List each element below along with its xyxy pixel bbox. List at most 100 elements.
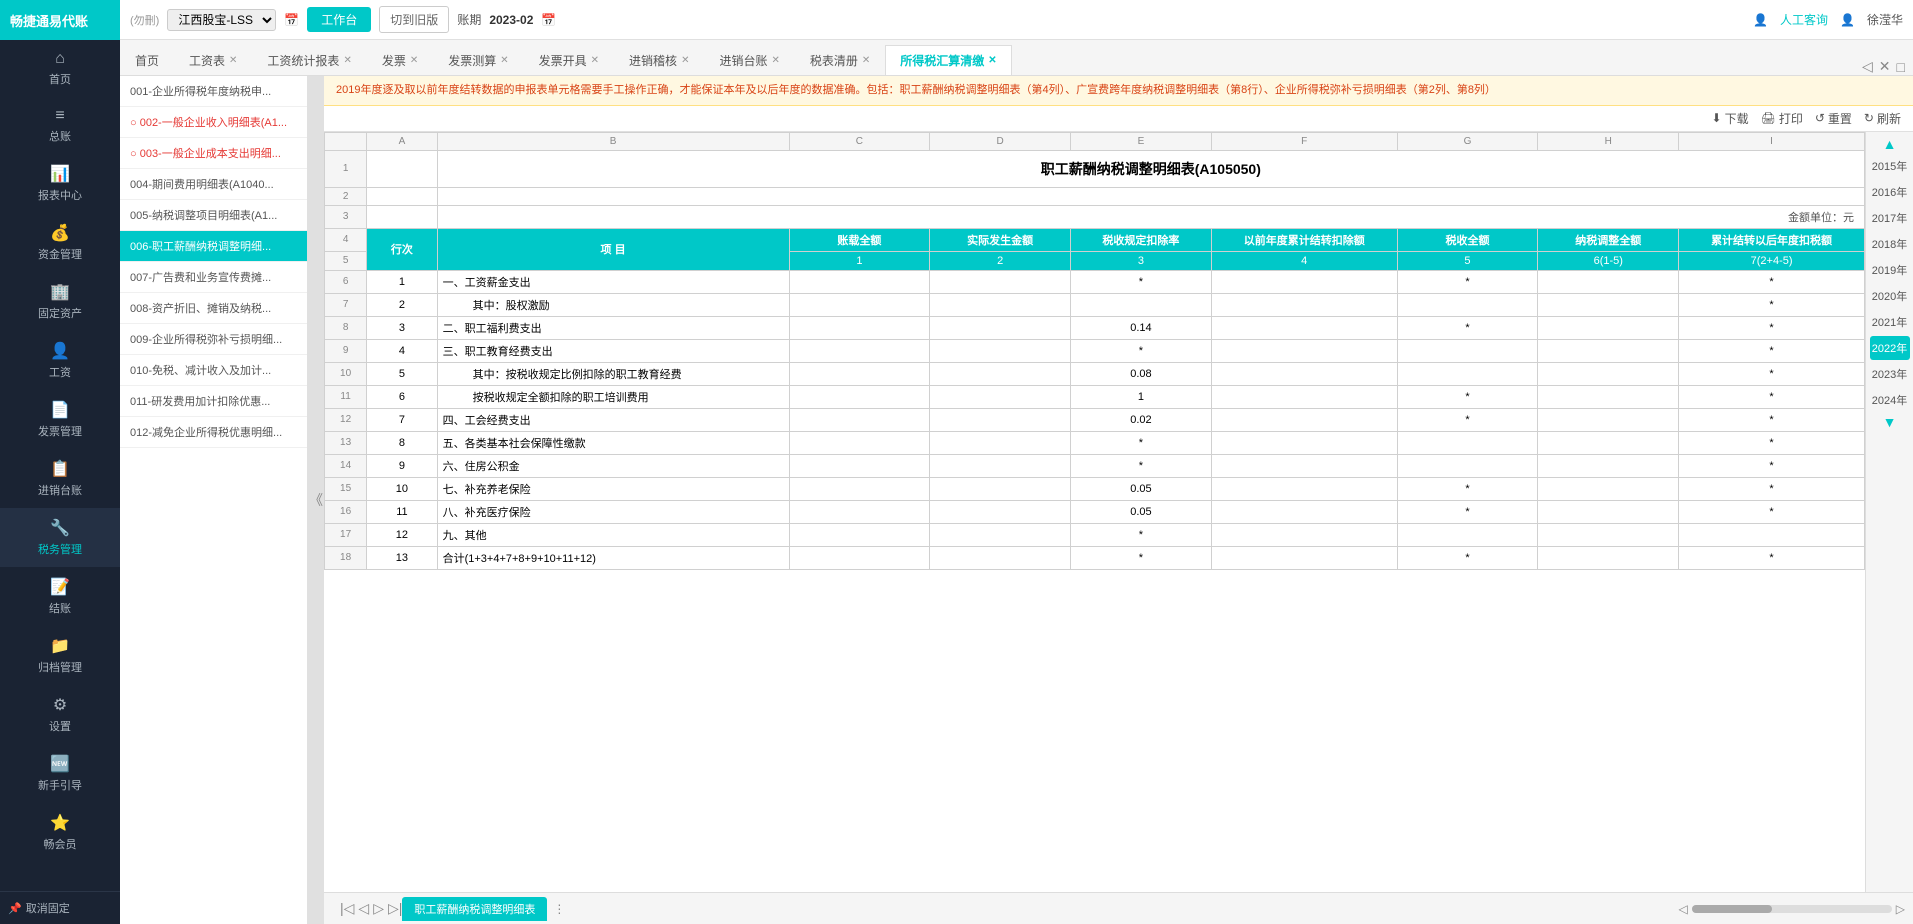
user-label[interactable]: 徐滢华 xyxy=(1867,11,1903,28)
left-panel-item-005[interactable]: 005-纳税调整项目明细表(A1... xyxy=(120,200,307,231)
sidebar-item-settings[interactable]: ⚙ 设置 xyxy=(0,685,120,744)
header-col4: 以前年度累计结转扣除额 xyxy=(1211,228,1397,251)
left-panel-item-008[interactable]: 008-资产折旧、摊销及纳税... xyxy=(120,293,307,324)
data-row-9: 9 4 三、职工教育经费支出 * * xyxy=(325,339,1865,362)
company-selector[interactable]: 江西股宝-LSS xyxy=(167,9,276,31)
year-2021[interactable]: 2021年 xyxy=(1870,310,1910,334)
left-panel-item-007[interactable]: 007-广告费和业务宣传费摊... xyxy=(120,262,307,293)
col-e: E xyxy=(1071,132,1212,150)
unpin-button[interactable]: 📌 取消固定 xyxy=(0,891,120,924)
hscroll-right[interactable]: ▷ xyxy=(1896,902,1905,916)
year-2016[interactable]: 2016年 xyxy=(1870,180,1910,204)
header-item: 项 目 xyxy=(437,228,789,270)
sidebar-item-salary[interactable]: 👤 工资 xyxy=(0,331,120,390)
subheader-4: 4 xyxy=(1211,251,1397,270)
left-panel-item-011[interactable]: 011-研发费用加计扣除优惠... xyxy=(120,386,307,417)
collapse-panel-button[interactable]: 《 xyxy=(308,76,324,924)
left-panel-item-010[interactable]: 010-免税、减计收入及加计... xyxy=(120,355,307,386)
subheader-3: 3 xyxy=(1071,251,1212,270)
download-button[interactable]: ⬇ 下载 xyxy=(1712,110,1749,127)
data-row-6: 6 1 一、工资薪金支出 * * * xyxy=(325,270,1865,293)
print-button[interactable]: 🖨 打印 xyxy=(1761,110,1803,127)
scroll-right[interactable]: ▷ xyxy=(373,900,384,917)
close-tab-salary-report[interactable]: ✕ xyxy=(343,55,351,66)
sidebar-item-member[interactable]: ⭐ 畅会员 xyxy=(0,803,120,862)
col-c: C xyxy=(789,132,930,150)
close-tab-invoice-issue[interactable]: ✕ xyxy=(591,55,599,66)
tab-purchase-ledger[interactable]: 进销台账 ✕ xyxy=(704,45,794,75)
bottom-menu-icon[interactable]: ⋮ xyxy=(553,902,565,916)
col-b: B xyxy=(437,132,789,150)
left-panel-item-001[interactable]: 001-企业所得税年度纳税申... xyxy=(120,76,307,107)
left-panel-item-009[interactable]: 009-企业所得税弥补亏损明细... xyxy=(120,324,307,355)
left-panel-item-006[interactable]: 006-职工薪酬纳税调整明细... xyxy=(120,231,307,262)
hscroll-left[interactable]: ◁ xyxy=(1679,902,1688,916)
year-2023[interactable]: 2023年 xyxy=(1870,362,1910,386)
data-row-15: 15 10 七、补充养老保险 0.05 * * xyxy=(325,477,1865,500)
sidebar-item-home[interactable]: ⌂ 首页 xyxy=(0,40,120,97)
sidebar-item-report[interactable]: 📊 报表中心 xyxy=(0,154,120,213)
year-2024[interactable]: 2024年 xyxy=(1870,388,1910,412)
year-2018[interactable]: 2018年 xyxy=(1870,232,1910,256)
tab-invoice-issue[interactable]: 发票开具 ✕ xyxy=(524,45,614,75)
scroll-left[interactable]: ◁ xyxy=(358,900,369,917)
left-panel-item-002[interactable]: 002-一般企业收入明细表(A1... xyxy=(120,107,307,138)
tab-invoice-calc[interactable]: 发票测算 ✕ xyxy=(433,45,523,75)
reset-button[interactable]: ↺ 重置 xyxy=(1815,110,1852,127)
year-2015[interactable]: 2015年 xyxy=(1870,154,1910,178)
scroll-left-start[interactable]: |◁ xyxy=(340,900,354,917)
tab-salary-table[interactable]: 工资表 ✕ xyxy=(174,45,252,75)
workbench-button[interactable]: 工作台 xyxy=(307,7,371,32)
tab-expand[interactable]: □ xyxy=(1897,59,1905,75)
left-panel-item-003[interactable]: 003-一般企业成本支出明细... xyxy=(120,138,307,169)
close-tab-invoice-calc[interactable]: ✕ xyxy=(500,55,508,66)
spreadsheet-container[interactable]: A B C D E F G H I xyxy=(324,132,1865,893)
sidebar-nav: ⌂ 首页 ≡ 总账 📊 报表中心 💰 资金管理 🏢 固定资产 👤 工资 📄 发票… xyxy=(0,40,120,891)
scroll-right-end[interactable]: ▷| xyxy=(388,900,402,917)
tab-invoice[interactable]: 发票 ✕ xyxy=(367,45,433,75)
sidebar-item-finance[interactable]: 💰 资金管理 xyxy=(0,213,120,272)
left-panel-item-012[interactable]: 012-减免企业所得税优惠明细... xyxy=(120,417,307,448)
tab-collapse-left[interactable]: ◁ xyxy=(1862,58,1873,75)
tab-close-all[interactable]: ✕ xyxy=(1879,58,1891,75)
refresh-button[interactable]: ↻ 刷新 xyxy=(1864,110,1901,127)
close-tab-income-tax[interactable]: ✕ xyxy=(988,55,996,66)
close-period-icon: 📝 xyxy=(50,577,70,597)
sidebar-item-tax[interactable]: 🔧 税务管理 xyxy=(0,508,120,567)
left-panel-item-004[interactable]: 004-期间费用明细表(A1040... xyxy=(120,169,307,200)
sidebar-item-assets[interactable]: 🏢 固定资产 xyxy=(0,272,120,331)
data-row-14: 14 9 六、住房公积金 * * xyxy=(325,454,1865,477)
sidebar-item-guide[interactable]: 🆕 新手引导 xyxy=(0,744,120,803)
close-tab-purchase-audit[interactable]: ✕ xyxy=(681,55,689,66)
content-area: 001-企业所得税年度纳税申... 002-一般企业收入明细表(A1... 00… xyxy=(120,76,1913,924)
notice-bar: 2019年度逐及取以前年度结转数据的申报表单元格需要手工操作正确，才能保证本年及… xyxy=(324,76,1913,106)
sidebar-item-archive[interactable]: 📁 归档管理 xyxy=(0,626,120,685)
guide-icon: 🆕 xyxy=(50,754,70,774)
sidebar-item-purchase-sales[interactable]: 📋 进销台账 xyxy=(0,449,120,508)
horizontal-scrollbar[interactable] xyxy=(1692,905,1892,913)
year-down-arrow[interactable]: ▼ xyxy=(1866,414,1913,430)
year-2022[interactable]: 2022年 xyxy=(1870,336,1910,360)
data-row-12: 12 7 四、工会经费支出 0.02 * * xyxy=(325,408,1865,431)
sidebar-item-ledger[interactable]: ≡ 总账 xyxy=(0,97,120,154)
support-label[interactable]: 人工客询 xyxy=(1780,11,1828,28)
tab-income-tax[interactable]: 所得税汇算清缴 ✕ xyxy=(885,45,1011,75)
year-2020[interactable]: 2020年 xyxy=(1870,284,1910,308)
tab-purchase-audit[interactable]: 进销稽核 ✕ xyxy=(614,45,704,75)
tab-tax-register[interactable]: 税表清册 ✕ xyxy=(795,45,885,75)
invoice-icon: 📄 xyxy=(50,400,70,420)
data-row-18: 18 13 合计(1+3+4+7+8+9+10+11+12) * * * xyxy=(325,546,1865,569)
tab-home[interactable]: 首页 xyxy=(120,45,174,75)
close-tab-purchase-ledger[interactable]: ✕ xyxy=(771,55,779,66)
switch-button[interactable]: 切到旧版 xyxy=(379,6,449,33)
close-tab-salary[interactable]: ✕ xyxy=(229,55,237,66)
year-2019[interactable]: 2019年 xyxy=(1870,258,1910,282)
sidebar-item-invoice[interactable]: 📄 发票管理 xyxy=(0,390,120,449)
sidebar-item-close[interactable]: 📝 结账 xyxy=(0,567,120,626)
close-tab-invoice[interactable]: ✕ xyxy=(410,55,418,66)
year-up-arrow[interactable]: ▲ xyxy=(1866,136,1913,152)
year-2017[interactable]: 2017年 xyxy=(1870,206,1910,230)
bottom-sheet-tab[interactable]: 职工薪酬纳税调整明细表 xyxy=(402,897,547,921)
tab-salary-report[interactable]: 工资统计报表 ✕ xyxy=(252,45,366,75)
close-tab-tax-register[interactable]: ✕ xyxy=(862,55,870,66)
